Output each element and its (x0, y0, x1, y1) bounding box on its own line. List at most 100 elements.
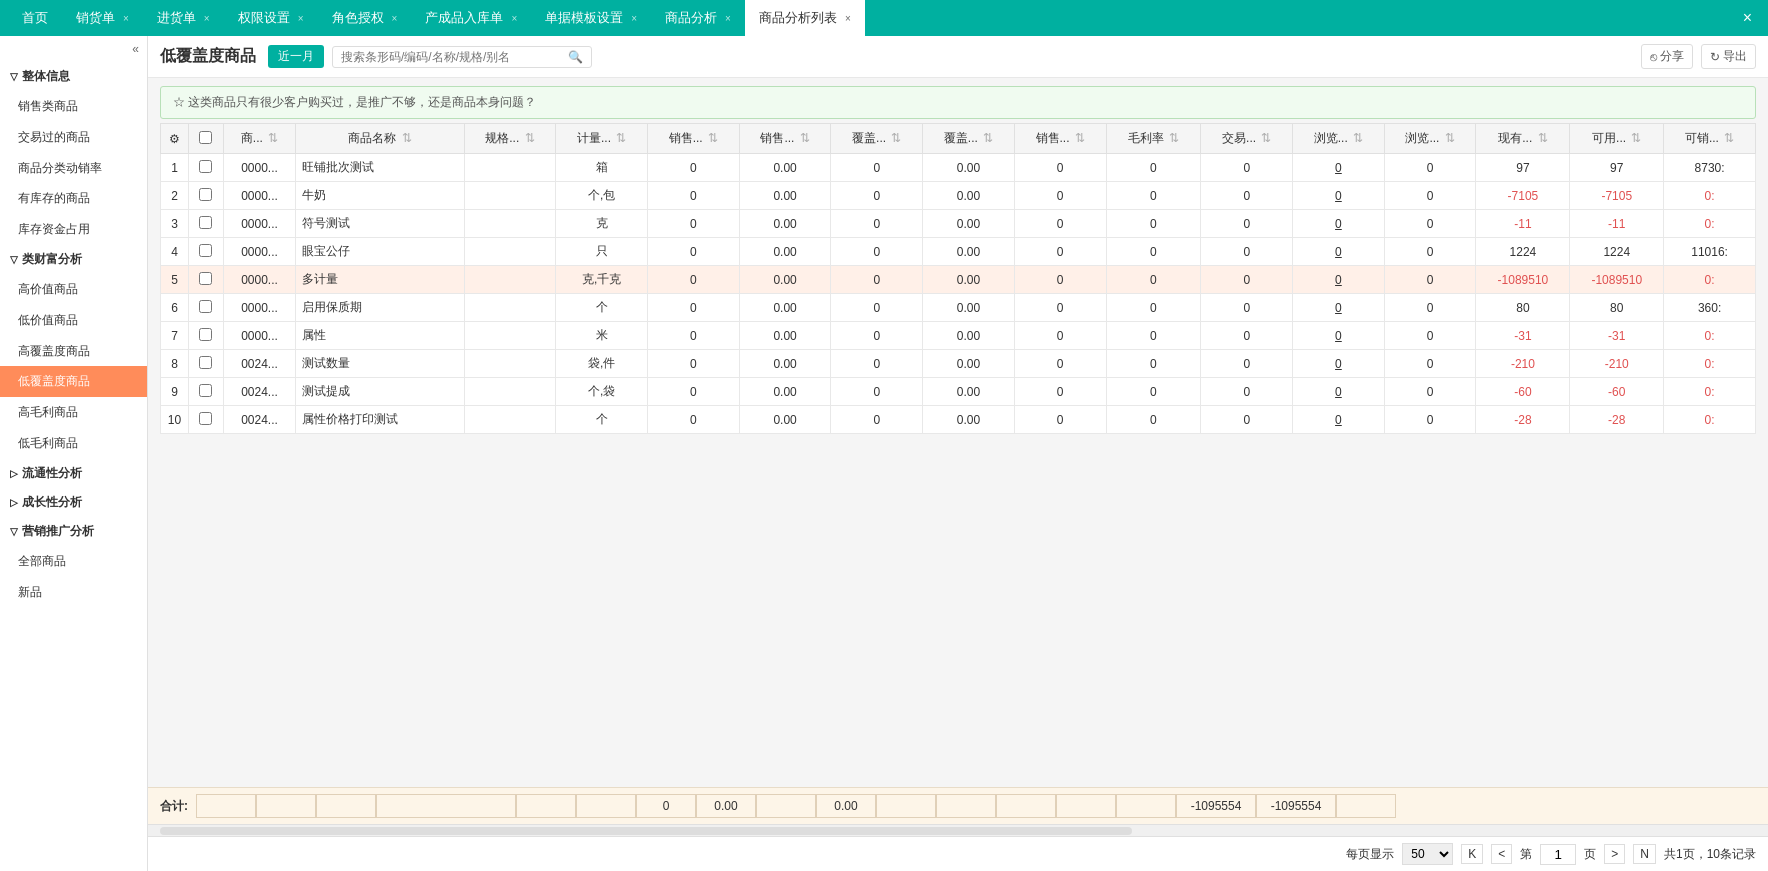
table-col-available[interactable]: 可用... ⇅ (1570, 124, 1664, 154)
table-col-sellable[interactable]: 可销... ⇅ (1664, 124, 1756, 154)
table-col-browse1[interactable]: 浏览... ⇅ (1293, 124, 1385, 154)
row-select-checkbox[interactable] (199, 328, 212, 341)
table-col-sales1[interactable]: 销售... ⇅ (648, 124, 740, 154)
table-col-cover2[interactable]: 覆盖... ⇅ (923, 124, 1015, 154)
row-checkbox[interactable] (189, 322, 224, 350)
row-checkbox[interactable] (189, 154, 224, 182)
browse-link[interactable]: 0 (1335, 245, 1342, 259)
row-checkbox[interactable] (189, 294, 224, 322)
table-col-sales2[interactable]: 销售... ⇅ (739, 124, 831, 154)
first-page-button[interactable]: K (1461, 844, 1483, 864)
table-col-code[interactable]: 商... ⇅ (223, 124, 296, 154)
nav-tab-purchase[interactable]: 进货单 × (143, 0, 224, 36)
row-select-checkbox[interactable] (199, 356, 212, 369)
browse-link[interactable]: 0 (1335, 217, 1342, 231)
sidebar-section-overview[interactable]: ▽ 整体信息 (0, 62, 147, 91)
nav-tab-analysis-list[interactable]: 商品分析列表 × (745, 0, 865, 36)
table-col-trans[interactable]: 交易... ⇅ (1201, 124, 1293, 154)
export-button[interactable]: ↻ 导出 (1701, 44, 1756, 69)
close-icon[interactable]: × (204, 13, 210, 24)
browse-link[interactable]: 0 (1335, 385, 1342, 399)
sidebar-collapse-button[interactable]: « (0, 36, 147, 62)
sidebar-item-low-value[interactable]: 低价值商品 (0, 305, 147, 336)
close-icon[interactable]: × (845, 13, 851, 24)
sidebar-section-liquidity[interactable]: ▷ 流通性分析 (0, 459, 147, 488)
table-col-sales3[interactable]: 销售... ⇅ (1014, 124, 1106, 154)
search-icon[interactable]: 🔍 (568, 50, 583, 64)
nav-tab-analysis[interactable]: 商品分析 × (651, 0, 745, 36)
table-col-cover1[interactable]: 覆盖... ⇅ (831, 124, 923, 154)
nav-tab-templates[interactable]: 单据模板设置 × (531, 0, 651, 36)
search-input[interactable] (341, 50, 564, 64)
sidebar-item-high-margin[interactable]: 高毛利商品 (0, 397, 147, 428)
row-select-checkbox[interactable] (199, 216, 212, 229)
share-button[interactable]: ⎋ 分享 (1641, 44, 1693, 69)
table-col-name[interactable]: 商品名称 ⇅ (296, 124, 464, 154)
row-checkbox[interactable] (189, 182, 224, 210)
row-select-checkbox[interactable] (199, 412, 212, 425)
sidebar-item-low-coverage[interactable]: 低覆盖度商品 (0, 366, 147, 397)
page-size-select[interactable]: 10 20 50 100 (1402, 843, 1453, 865)
table-col-spec[interactable]: 规格... ⇅ (464, 124, 556, 154)
table-col-gross[interactable]: 毛利率 ⇅ (1106, 124, 1201, 154)
sidebar-item-in-stock[interactable]: 有库存的商品 (0, 183, 147, 214)
sidebar-section-wealth[interactable]: ▽ 类财富分析 (0, 245, 147, 274)
row-select-checkbox[interactable] (199, 300, 212, 313)
table-col-browse2[interactable]: 浏览... ⇅ (1384, 124, 1476, 154)
row-checkbox[interactable] (189, 238, 224, 266)
close-icon[interactable]: × (631, 13, 637, 24)
close-icon[interactable]: × (298, 13, 304, 24)
row-select-checkbox[interactable] (199, 160, 212, 173)
close-icon[interactable]: × (511, 13, 517, 24)
select-all-checkbox[interactable] (199, 131, 212, 144)
sidebar-section-growth[interactable]: ▷ 成长性分析 (0, 488, 147, 517)
nav-tab-perms[interactable]: 权限设置 × (224, 0, 318, 36)
next-page-button[interactable]: > (1604, 844, 1625, 864)
nav-tab-sales[interactable]: 销货单 × (62, 0, 143, 36)
scrollbar-thumb[interactable] (160, 827, 1132, 835)
last-page-button[interactable]: N (1633, 844, 1656, 864)
browse-link[interactable]: 0 (1335, 273, 1342, 287)
row-checkbox[interactable] (189, 378, 224, 406)
sidebar-item-capital[interactable]: 库存资金占用 (0, 214, 147, 245)
row-select-checkbox[interactable] (199, 384, 212, 397)
sidebar-item-sales-goods[interactable]: 销售类商品 (0, 91, 147, 122)
close-icon[interactable]: × (725, 13, 731, 24)
window-close-button[interactable]: × (1735, 5, 1760, 31)
sidebar-item-all-goods[interactable]: 全部商品 (0, 546, 147, 577)
sidebar-section-marketing[interactable]: ▽ 营销推广分析 (0, 517, 147, 546)
row-select-checkbox[interactable] (199, 272, 212, 285)
row-checkbox[interactable] (189, 266, 224, 294)
browse-link[interactable]: 0 (1335, 413, 1342, 427)
browse-link[interactable]: 0 (1335, 189, 1342, 203)
row-checkbox[interactable] (189, 350, 224, 378)
browse-link[interactable]: 0 (1335, 161, 1342, 175)
table-col-current[interactable]: 现有... ⇅ (1476, 124, 1570, 154)
close-icon[interactable]: × (123, 13, 129, 24)
table-settings-header[interactable]: ⚙ (161, 124, 189, 154)
row-select-checkbox[interactable] (199, 244, 212, 257)
browse-link[interactable]: 0 (1335, 301, 1342, 315)
sidebar-item-high-value[interactable]: 高价值商品 (0, 274, 147, 305)
browse-link[interactable]: 0 (1335, 357, 1342, 371)
sidebar-item-category-rate[interactable]: 商品分类动销率 (0, 153, 147, 184)
row-checkbox[interactable] (189, 406, 224, 434)
browse-link[interactable]: 0 (1335, 329, 1342, 343)
row-checkbox[interactable] (189, 210, 224, 238)
nav-tab-roles[interactable]: 角色授权 × (318, 0, 412, 36)
close-icon[interactable]: × (392, 13, 398, 24)
table-checkbox-header[interactable] (189, 124, 224, 154)
horizontal-scrollbar[interactable] (148, 824, 1768, 836)
sidebar-item-new-goods[interactable]: 新品 (0, 577, 147, 608)
table-col-unit[interactable]: 计量... ⇅ (556, 124, 648, 154)
page-number-input[interactable] (1540, 844, 1576, 865)
table-container[interactable]: ⚙ 商... ⇅ 商品名称 ⇅ 规格... ⇅ 计量... ⇅ 销售... ⇅ … (160, 123, 1756, 787)
time-filter-button[interactable]: 近一月 (268, 45, 324, 68)
sidebar-item-traded-goods[interactable]: 交易过的商品 (0, 122, 147, 153)
nav-tab-products[interactable]: 产成品入库单 × (411, 0, 531, 36)
sidebar-item-high-coverage[interactable]: 高覆盖度商品 (0, 336, 147, 367)
nav-tab-home[interactable]: 首页 (8, 0, 62, 36)
prev-page-button[interactable]: < (1491, 844, 1512, 864)
sidebar-item-low-margin[interactable]: 低毛利商品 (0, 428, 147, 459)
row-select-checkbox[interactable] (199, 188, 212, 201)
